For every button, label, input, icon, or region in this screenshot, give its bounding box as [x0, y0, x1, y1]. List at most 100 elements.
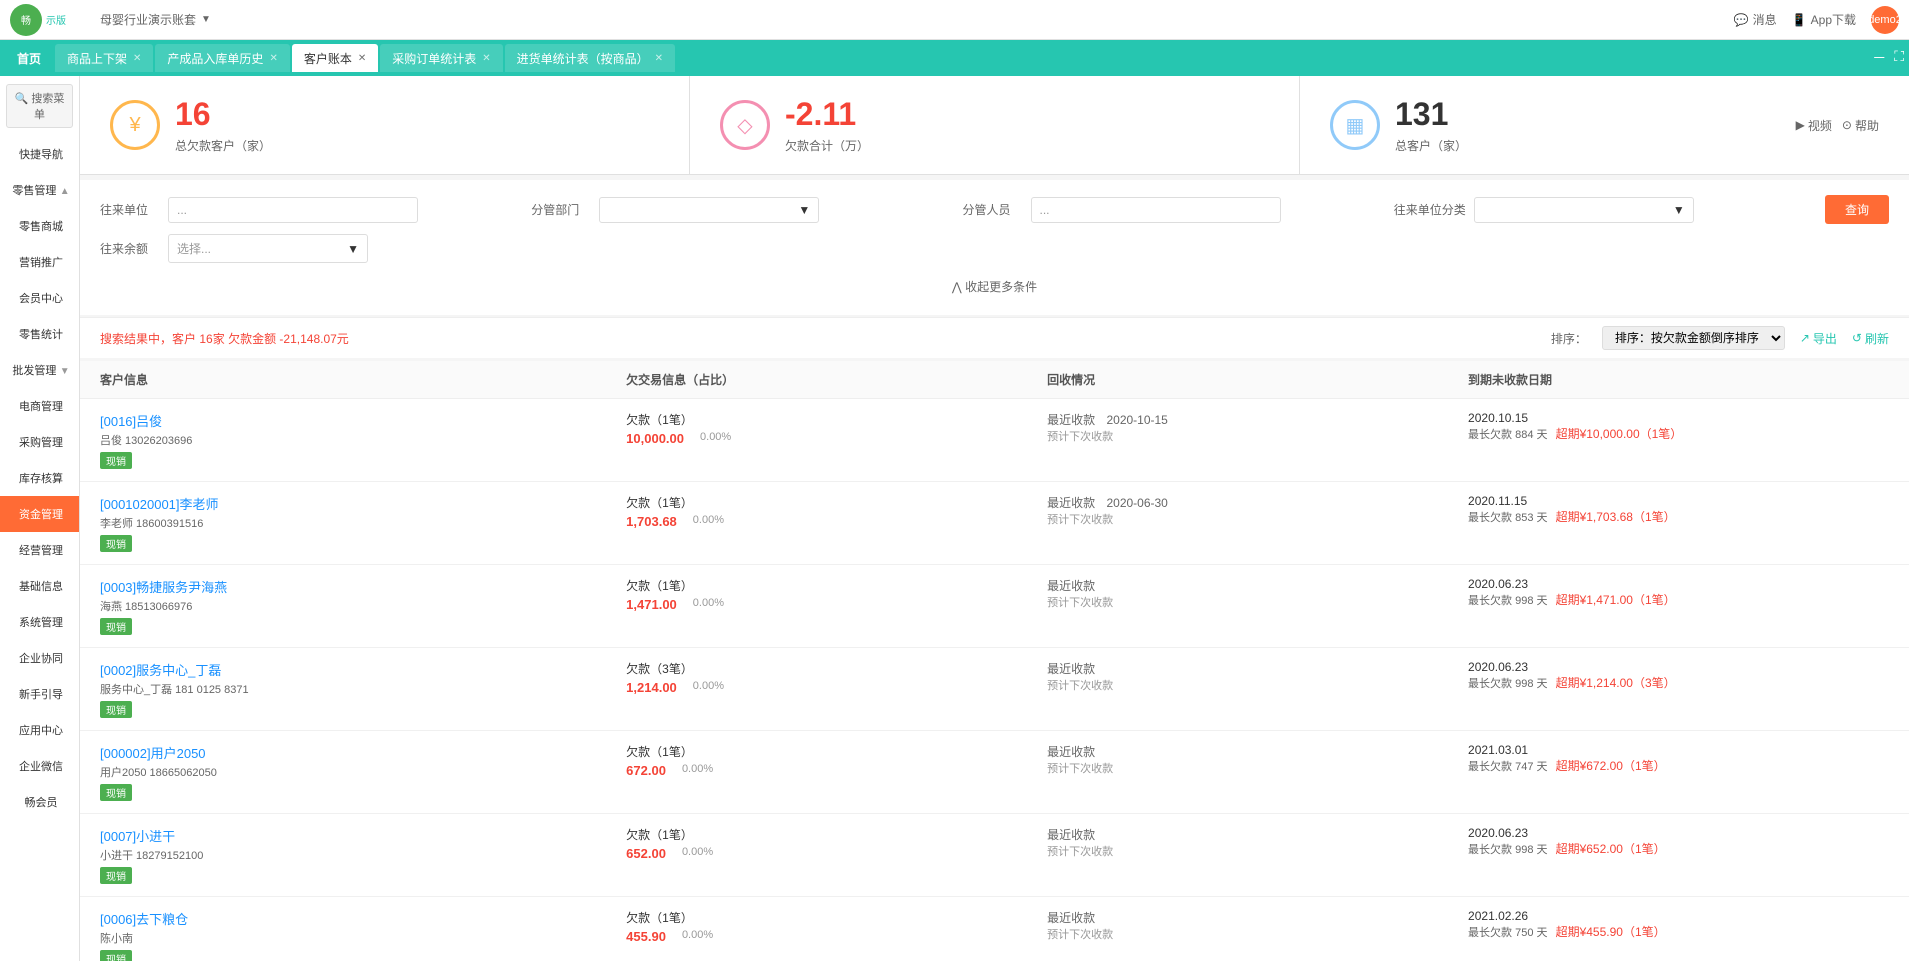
tab-products-close[interactable]: ✕ [133, 53, 141, 64]
filter-category: 往来单位分类 ▼ [1394, 197, 1810, 223]
user-avatar[interactable]: demo2 [1871, 6, 1899, 34]
filter-category-select[interactable]: ▼ [1474, 197, 1694, 223]
sidebar-search-btn[interactable]: 🔍 搜索菜单 [6, 84, 73, 128]
collect-status-cell: 最近收款 预计下次收款 [1047, 660, 1468, 693]
sidebar-item-guide[interactable]: 新手引导 [0, 676, 79, 712]
refresh-btn[interactable]: ↺ 刷新 [1852, 330, 1889, 347]
customer-info-cell: [0007]小进干 小进干 18279152100 现销 [100, 826, 626, 884]
customer-info-cell: [0006]去下粮仓 陈小南 现销 [100, 909, 626, 961]
overdue-amount-link[interactable]: 超期¥1,471.00（1笔） [1556, 593, 1676, 607]
tab-customer-close[interactable]: ✕ [358, 53, 366, 64]
debt-amount: 1,214.00 [626, 680, 677, 695]
tab-purchase-order-label: 采购订单统计表 [392, 50, 476, 67]
tab-customer-label: 客户账本 [304, 50, 352, 67]
tab-customer[interactable]: 客户账本 ✕ [292, 44, 378, 72]
customer-name-link[interactable]: [0001020001]李老师 [100, 494, 626, 513]
sidebar-item-apps[interactable]: 应用中心 [0, 712, 79, 748]
due-date: 2020.11.15 [1468, 494, 1889, 508]
due-date: 2020.10.15 [1468, 411, 1889, 425]
company-name: 母婴行业演示账套 [100, 11, 196, 28]
sidebar-item-purchase[interactable]: 采购管理 [0, 424, 79, 460]
search-icon: 🔍 [15, 93, 29, 105]
filter-person-input[interactable]: ... [1031, 197, 1281, 223]
overdue-amount-link[interactable]: 超期¥1,214.00（3笔） [1556, 676, 1676, 690]
sidebar-item-members[interactable]: 会员中心 [0, 280, 79, 316]
customer-tag: 现销 [100, 618, 132, 635]
company-selector[interactable]: 母婴行业演示账套 ▼ [100, 11, 211, 28]
filter-balance-select[interactable]: 选择... ▼ [168, 234, 368, 263]
filter-row-1: 往来单位 ... 分管部门 ▼ 分管人员 ... [100, 195, 1889, 224]
sidebar-item-retail-mgmt[interactable]: 零售管理 ▲ [0, 172, 79, 208]
sidebar-item-vip[interactable]: 畅会员 [0, 784, 79, 820]
sidebar-item-finance[interactable]: 资金管理 [0, 496, 79, 532]
sidebar-item-retail-stats[interactable]: 零售统计 [0, 316, 79, 352]
collect-status-cell: 最近收款 预计下次收款 [1047, 577, 1468, 610]
col-collect-status: 回收情况 [1047, 371, 1468, 388]
collapse-bar[interactable]: ⋀ 收起更多条件 [100, 273, 1889, 300]
sidebar-item-inventory[interactable]: 库存核算 [0, 460, 79, 496]
overdue-amount-link[interactable]: 超期¥10,000.00（1笔） [1556, 427, 1683, 441]
customer-name-link[interactable]: [0003]畅捷服务尹海燕 [100, 577, 626, 596]
sidebar-item-system[interactable]: 系统管理 [0, 604, 79, 640]
customer-info-cell: [0002]服务中心_丁磊 服务中心_丁磊 181 0125 8371 现销 [100, 660, 626, 718]
overdue-amount-link[interactable]: 超期¥672.00（1笔） [1556, 759, 1666, 773]
export-btn[interactable]: ↗ 导出 [1800, 330, 1837, 347]
tab-production-close[interactable]: ✕ [269, 53, 277, 64]
tab-products[interactable]: 商品上下架 ✕ [55, 44, 153, 72]
sort-select[interactable]: 排序：按欠款金额倒序排序 [1602, 326, 1785, 350]
building-icon: ▦ [1330, 100, 1380, 150]
batch-mgmt-expand-icon: ▼ [60, 366, 70, 377]
retail-mgmt-expand-icon: ▲ [60, 186, 70, 197]
filter-dept-select[interactable]: ▼ [599, 197, 819, 223]
collect-status-cell: 最近收款 预计下次收款 [1047, 826, 1468, 859]
sidebar-search-area: 🔍 搜索菜单 [0, 76, 79, 136]
tab-production[interactable]: 产成品入库单历史 ✕ [155, 44, 289, 72]
due-date: 2021.02.26 [1468, 909, 1889, 923]
table-row: [0001020001]李老师 李老师 18600391516 现销 欠款（1笔… [80, 482, 1909, 565]
tab-purchase-stats-close[interactable]: ✕ [655, 53, 663, 64]
sidebar-item-operations[interactable]: 经营管理 [0, 532, 79, 568]
top-right-actions: 💬 消息 📱 App下载 demo2 [1734, 6, 1899, 34]
filter-supplier-dots: ... [177, 203, 187, 217]
tab-maximize-icon[interactable]: ⛶ [1894, 48, 1904, 68]
sidebar-item-wechat[interactable]: 企业微信 [0, 748, 79, 784]
due-date: 2021.03.01 [1468, 743, 1889, 757]
next-collect: 预计下次收款 [1047, 926, 1468, 942]
search-btn[interactable]: 查询 [1825, 195, 1889, 224]
sidebar-item-marketing[interactable]: 营销推广 [0, 244, 79, 280]
sidebar-item-basic[interactable]: 基础信息 [0, 568, 79, 604]
customer-tag: 现销 [100, 452, 132, 469]
chevron-down-icon: ▼ [201, 14, 211, 25]
overdue-amount-link[interactable]: 超期¥652.00（1笔） [1556, 842, 1666, 856]
help-btn[interactable]: ⊙ 帮助 [1842, 117, 1879, 134]
customer-tag: 现销 [100, 535, 132, 552]
app-download-btn[interactable]: 📱 App下载 [1792, 11, 1856, 28]
overdue-amount-link[interactable]: 超期¥1,703.68（1笔） [1556, 510, 1676, 524]
customer-name-link[interactable]: [0016]吕俊 [100, 411, 626, 430]
collect-date: 2020-10-15 [1106, 413, 1167, 427]
view-btn[interactable]: ▶ 视频 [1796, 117, 1832, 134]
tab-purchase-stats[interactable]: 进货单统计表（按商品） ✕ [505, 44, 675, 72]
sidebar-item-quick-nav[interactable]: 快捷导航 [0, 136, 79, 172]
customer-name-link[interactable]: [0002]服务中心_丁磊 [100, 660, 626, 679]
customer-name-link[interactable]: [0007]小进干 [100, 826, 626, 845]
sidebar-item-enterprise[interactable]: 企业协同 [0, 640, 79, 676]
sidebar-item-retail-shop[interactable]: 零售商城 [0, 208, 79, 244]
overdue-amount-link[interactable]: 超期¥455.90（1笔） [1556, 925, 1666, 939]
tab-home[interactable]: 首页 [5, 44, 53, 72]
filter-supplier-input[interactable]: ... [168, 197, 418, 223]
debt-amount: 652.00 [626, 846, 666, 861]
sidebar-item-batch-mgmt[interactable]: 批发管理 ▼ [0, 352, 79, 388]
filter-category-label: 往来单位分类 [1394, 201, 1466, 218]
tab-purchase-order[interactable]: 采购订单统计表 ✕ [380, 44, 502, 72]
collapse-label: 收起更多条件 [965, 280, 1037, 294]
customer-name-link[interactable]: [0006]去下粮仓 [100, 909, 626, 928]
filter-person-label: 分管人员 [963, 201, 1023, 218]
collect-label: 最近收款 [1047, 660, 1468, 677]
sidebar-item-ecommerce[interactable]: 电商管理 [0, 388, 79, 424]
customer-info-cell: [0003]畅捷服务尹海燕 海燕 18513066976 现销 [100, 577, 626, 635]
customer-name-link[interactable]: [000002]用户2050 [100, 743, 626, 762]
tab-purchase-order-close[interactable]: ✕ [482, 53, 490, 64]
message-btn[interactable]: 💬 消息 [1734, 11, 1777, 28]
tab-minimize-icon[interactable]: － [1872, 48, 1886, 68]
